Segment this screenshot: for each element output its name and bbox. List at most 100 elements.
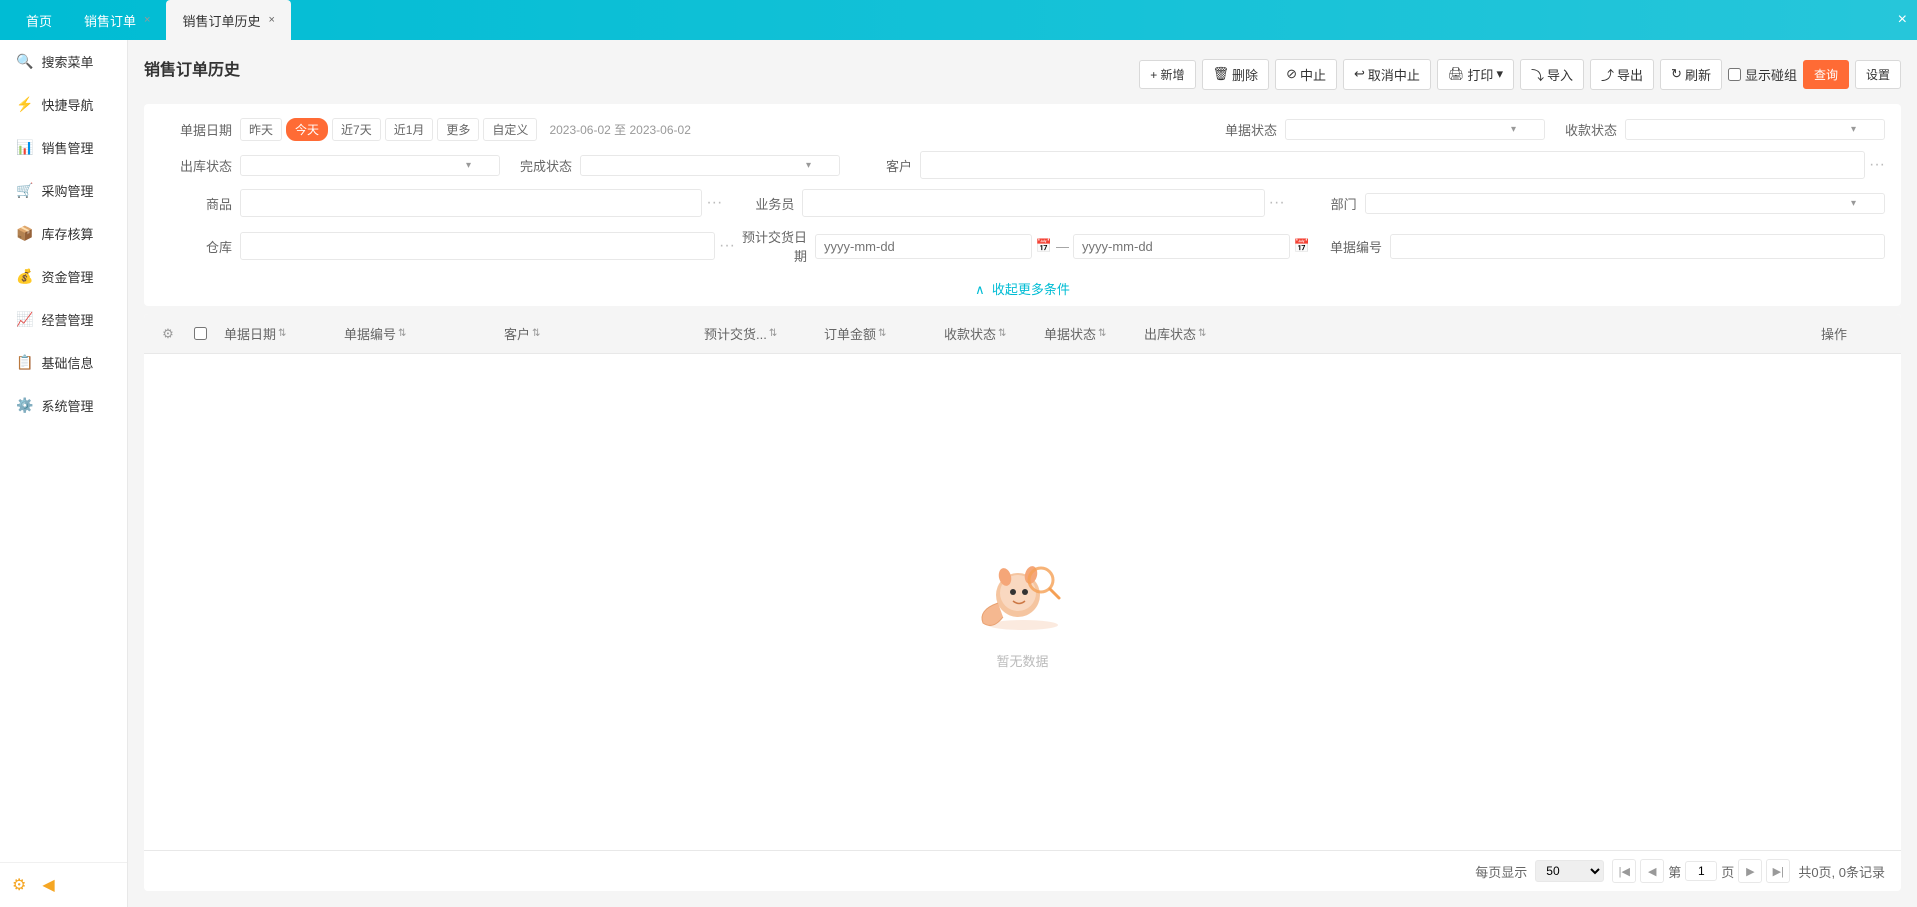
basic-icon: 📋 — [16, 354, 33, 371]
date-btn-more[interactable]: 更多 — [437, 118, 479, 141]
customer-input[interactable] — [920, 151, 1865, 179]
date-range-separator: 📅 — [1036, 238, 1052, 254]
payment-status-label: 收款状态 — [1545, 120, 1625, 139]
salesman-dots-button[interactable]: ··· — [1269, 194, 1285, 212]
page-unit: 页 — [1721, 862, 1734, 881]
refresh-button[interactable]: ↻ 刷新 — [1660, 59, 1722, 90]
date-btn-custom[interactable]: 自定义 — [483, 118, 537, 141]
out-status-select[interactable]: ▾ — [240, 155, 500, 176]
tab-sales-order-label: 销售订单 — [84, 11, 136, 30]
tab-home-label: 首页 — [26, 11, 52, 30]
th-num-label: 单据编号 — [344, 324, 396, 343]
warehouse-input[interactable] — [240, 232, 715, 260]
th-amount[interactable]: 订单金额 ⇅ — [816, 324, 936, 343]
tab-home[interactable]: 首页 — [10, 0, 68, 40]
th-payment[interactable]: 收款状态 ⇅ — [936, 324, 1036, 343]
th-delivery[interactable]: 预计交货... ⇅ — [696, 324, 816, 343]
expected-date-end-input[interactable] — [1073, 234, 1290, 259]
sidebar-settings-icon[interactable]: ⚙ — [12, 875, 26, 895]
tab-sales-order-close[interactable]: × — [144, 14, 150, 26]
filter-row-2: 出库状态 ▾ 完成状态 ▾ 客户 ··· — [160, 151, 1885, 179]
warehouse-dots-button[interactable]: ··· — [719, 237, 735, 255]
sidebar-item-finance[interactable]: 💰 资金管理 — [0, 255, 127, 298]
th-date[interactable]: 单据日期 ⇅ — [216, 324, 336, 343]
collapse-more-button[interactable]: ∧ 收起更多条件 — [160, 275, 1885, 302]
table-select-all[interactable] — [184, 314, 216, 354]
th-num[interactable]: 单据编号 ⇅ — [336, 324, 496, 343]
sidebar-item-inventory[interactable]: 📦 库存核算 — [0, 212, 127, 255]
select-all-checkbox[interactable] — [194, 327, 207, 340]
th-doc-status-label: 单据状态 — [1044, 324, 1096, 343]
th-customer-label: 客户 — [504, 324, 530, 343]
import-icon: ⤵ — [1531, 65, 1544, 84]
empty-illustration — [963, 535, 1083, 635]
sidebar-item-quick-nav[interactable]: ⚡ 快捷导航 — [0, 83, 127, 126]
import-button[interactable]: ⤵ 导入 — [1520, 59, 1584, 90]
date-btn-1month[interactable]: 近1月 — [385, 118, 434, 141]
page-first-button[interactable]: |◀ — [1612, 859, 1636, 883]
date-btn-today[interactable]: 今天 — [286, 118, 328, 141]
th-payment-sort-icon: ⇅ — [998, 328, 1006, 339]
date-end-icon: 📅 — [1294, 238, 1310, 254]
th-action-label: 操作 — [1821, 324, 1847, 343]
window-close-button[interactable]: × — [1898, 11, 1907, 29]
salesman-label: 业务员 — [722, 194, 802, 213]
th-out-status-label: 出库状态 — [1144, 324, 1196, 343]
page-prev-button[interactable]: ◀ — [1640, 859, 1664, 883]
cancel-stop-button[interactable]: ↩ 取消中止 — [1343, 59, 1431, 90]
delete-button[interactable]: 🗑 删除 — [1202, 59, 1270, 90]
print-button[interactable]: 🖨 打印 ▾ — [1437, 59, 1514, 90]
export-button[interactable]: ⤴ 导出 — [1590, 59, 1654, 90]
query-button[interactable]: 查询 — [1803, 60, 1849, 89]
sidebar-item-sales[interactable]: 📊 销售管理 — [0, 126, 127, 169]
sidebar-item-operation[interactable]: 📈 经营管理 — [0, 298, 127, 341]
date-btn-7days[interactable]: 近7天 — [332, 118, 381, 141]
dept-select[interactable]: ▾ — [1365, 193, 1885, 214]
goods-dots-button[interactable]: ··· — [706, 194, 722, 212]
doc-status-select[interactable]: ▾ — [1285, 119, 1545, 140]
tab-sales-order[interactable]: 销售订单 × — [68, 0, 166, 40]
sidebar-collapse-icon[interactable]: ◀ — [42, 875, 54, 895]
per-page-select[interactable]: 50 10 20 100 — [1535, 860, 1604, 882]
goods-input[interactable] — [240, 189, 702, 217]
show-columns-input[interactable] — [1728, 68, 1741, 81]
page-next-button[interactable]: ▶ — [1738, 859, 1762, 883]
th-payment-label: 收款状态 — [944, 324, 996, 343]
date-control: 昨天 今天 近7天 近1月 更多 自定义 2023-06-02 至 2023-0… — [240, 118, 1205, 141]
refresh-icon: ↻ — [1671, 66, 1682, 82]
date-btn-yesterday[interactable]: 昨天 — [240, 118, 282, 141]
sidebar-item-basic-label: 基础信息 — [41, 353, 93, 372]
sidebar-item-purchase[interactable]: 🛒 采购管理 — [0, 169, 127, 212]
table-settings-button[interactable]: ⚙ — [152, 314, 184, 354]
page-number-input[interactable] — [1685, 861, 1717, 881]
sidebar-item-sales-label: 销售管理 — [41, 138, 93, 157]
salesman-input[interactable] — [802, 189, 1264, 217]
settings-button[interactable]: 设置 — [1855, 60, 1901, 89]
complete-status-select[interactable]: ▾ — [580, 155, 840, 176]
tab-bar: 首页 销售订单 × 销售订单历史 × — [10, 0, 1898, 40]
tab-sales-history[interactable]: 销售订单历史 × — [166, 0, 290, 40]
payment-status-select[interactable]: ▾ — [1625, 119, 1885, 140]
doc-no-input[interactable] — [1390, 234, 1885, 259]
print-label: 打印 — [1467, 65, 1493, 84]
sidebar-item-basic[interactable]: 📋 基础信息 — [0, 341, 127, 384]
expected-date-start-input[interactable] — [815, 234, 1032, 259]
page-last-button[interactable]: ▶| — [1766, 859, 1790, 883]
new-button[interactable]: + 新增 — [1139, 60, 1195, 89]
customer-label: 客户 — [840, 156, 920, 175]
th-doc-status[interactable]: 单据状态 ⇅ — [1036, 324, 1136, 343]
th-customer[interactable]: 客户 ⇅ — [496, 324, 696, 343]
sidebar-item-finance-label: 资金管理 — [41, 267, 93, 286]
customer-dots-button[interactable]: ··· — [1869, 156, 1885, 174]
export-label: 导出 — [1617, 65, 1643, 84]
sidebar-item-search[interactable]: 🔍 搜索菜单 — [0, 40, 127, 83]
page-title: 销售订单历史 — [144, 56, 240, 80]
tab-sales-history-close[interactable]: × — [268, 14, 274, 26]
show-columns-checkbox[interactable]: 显示碰组 — [1728, 65, 1797, 84]
filter-panel: 单据日期 昨天 今天 近7天 近1月 更多 自定义 2023-06-02 至 2… — [144, 104, 1901, 306]
stop-button[interactable]: ⊘ 中止 — [1275, 59, 1337, 90]
sidebar-bottom: ⚙ ◀ — [0, 862, 127, 907]
th-out-status[interactable]: 出库状态 ⇅ — [1136, 324, 1236, 343]
table-header: ⚙ 单据日期 ⇅ 单据编号 ⇅ 客户 ⇅ 预计交货... — [144, 314, 1901, 354]
sidebar-item-system[interactable]: ⚙️ 系统管理 — [0, 384, 127, 427]
